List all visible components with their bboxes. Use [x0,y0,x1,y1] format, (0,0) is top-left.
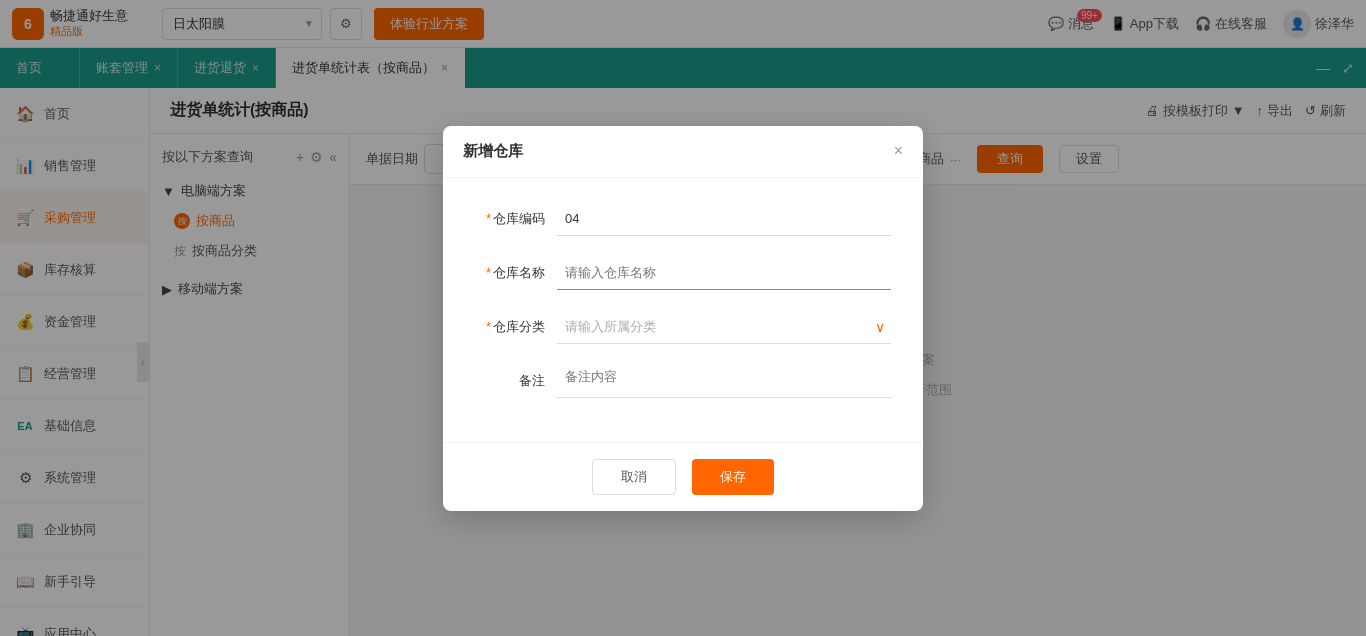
field-name-label: 仓库名称 [475,264,545,282]
modal-field-remark: 备注 [475,364,891,398]
field-remark-label: 备注 [475,372,545,390]
modal-field-code: 仓库编码 [475,202,891,236]
modal-header: 新增仓库 × [443,126,923,178]
modal-close-button[interactable]: × [894,142,903,160]
modal-overlay: 新增仓库 × 仓库编码 仓库名称 仓库分类 请输入所属分类 [0,0,1366,636]
warehouse-category-select[interactable]: 请输入所属分类 [557,310,891,344]
save-button[interactable]: 保存 [692,459,774,495]
modal-footer: 取消 保存 [443,442,923,511]
cancel-button[interactable]: 取消 [592,459,676,495]
modal-field-name: 仓库名称 [475,256,891,290]
modal-field-category: 仓库分类 请输入所属分类 ∨ [475,310,891,344]
add-warehouse-modal: 新增仓库 × 仓库编码 仓库名称 仓库分类 请输入所属分类 [443,126,923,511]
field-category-label: 仓库分类 [475,318,545,336]
warehouse-code-input[interactable] [557,202,891,236]
modal-title: 新增仓库 [463,142,523,161]
warehouse-name-input[interactable] [557,256,891,290]
warehouse-remark-input[interactable] [557,364,891,398]
field-code-label: 仓库编码 [475,210,545,228]
modal-select-wrap: 请输入所属分类 ∨ [557,310,891,344]
modal-body: 仓库编码 仓库名称 仓库分类 请输入所属分类 ∨ 备注 [443,178,923,442]
